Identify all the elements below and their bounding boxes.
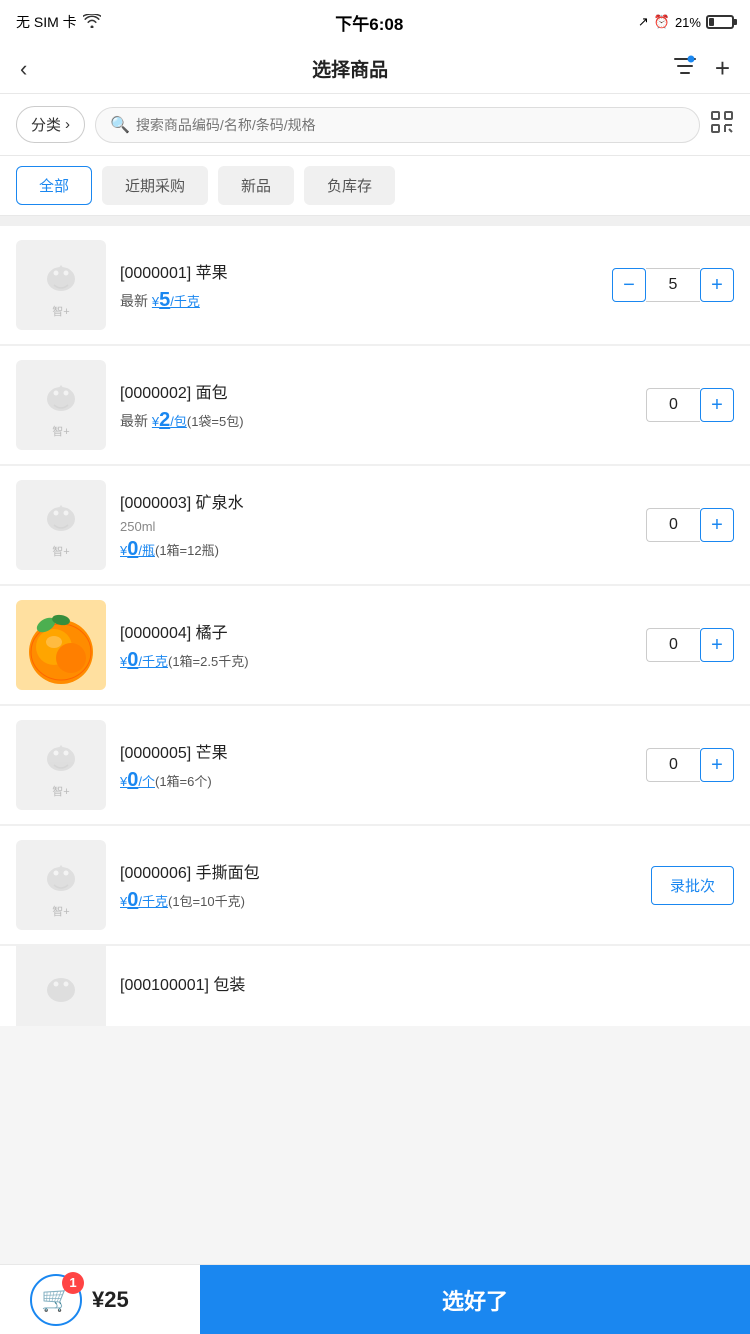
location-icon: ↗ (638, 14, 649, 30)
product-thumbnail: 智+ (16, 240, 106, 330)
product-info: [0000006] 手撕面包 ¥0/千克(1包=10千克) (120, 859, 637, 912)
filter-icon[interactable] (673, 55, 697, 83)
product-info: [0000004] 橘子 ¥0/千克(1箱=2.5千克) (120, 619, 632, 672)
confirm-button[interactable]: 选好了 (200, 1265, 750, 1334)
nav-bar: ‹ 选择商品 + (0, 44, 750, 94)
product-name: [000100001] 包装 (120, 971, 734, 995)
table-row: 智+ [0000002] 面包 最新 ¥2/包(1袋=5包) + (0, 346, 750, 464)
product-price: ¥0/千克(1箱=2.5千克) (120, 649, 632, 672)
product-thumbnail (16, 600, 106, 690)
product-price: 最新 ¥5/千克 (120, 289, 598, 312)
page-title: 选择商品 (312, 55, 388, 82)
quantity-input[interactable] (646, 268, 700, 302)
product-thumbnail: 智+ (16, 480, 106, 570)
category-button[interactable]: 分类 › (16, 106, 85, 143)
quantity-control: − + (612, 268, 734, 302)
tab-negative-stock[interactable]: 负库存 (304, 166, 395, 205)
product-price: ¥0/千克(1包=10千克) (120, 889, 637, 912)
product-price: ¥0/瓶(1箱=12瓶) (120, 538, 632, 561)
quantity-control: + (646, 748, 734, 782)
product-spec: 250ml (120, 519, 632, 534)
quantity-input[interactable] (646, 628, 700, 662)
product-price: 最新 ¥2/包(1袋=5包) (120, 409, 632, 432)
search-input[interactable] (136, 117, 685, 133)
quantity-control: + (646, 508, 734, 542)
quantity-increase-button[interactable]: + (700, 628, 734, 662)
product-price: ¥0/个(1箱=6个) (120, 769, 632, 792)
tab-all[interactable]: 全部 (16, 166, 92, 205)
chevron-right-icon: › (65, 116, 70, 133)
product-thumbnail: 智+ (16, 840, 106, 930)
product-info: [0000001] 苹果 最新 ¥5/千克 (120, 259, 598, 312)
quantity-increase-button[interactable]: + (700, 748, 734, 782)
quantity-input[interactable] (646, 508, 700, 542)
nav-actions: + (673, 53, 730, 84)
quantity-increase-button[interactable]: + (700, 508, 734, 542)
table-row: 智+ [0000003] 矿泉水 250ml ¥0/瓶(1箱=12瓶) + (0, 466, 750, 584)
cart-total: ¥25 (92, 1287, 129, 1313)
scan-icon[interactable] (710, 110, 734, 140)
cart-area: 🛒 1 ¥25 (0, 1274, 200, 1326)
product-info: [0000003] 矿泉水 250ml ¥0/瓶(1箱=12瓶) (120, 489, 632, 561)
bottom-bar: 🛒 1 ¥25 选好了 (0, 1264, 750, 1334)
table-row: 智+ [0000001] 苹果 最新 ¥5/千克 − + (0, 226, 750, 344)
product-name: [0000004] 橘子 (120, 619, 632, 643)
product-name: [0000005] 芒果 (120, 739, 632, 763)
quantity-control: + (646, 388, 734, 422)
category-label: 分类 (31, 114, 61, 135)
table-row: [000100001] 包装 (0, 946, 750, 1026)
tab-recent[interactable]: 近期采购 (102, 166, 208, 205)
product-info: [000100001] 包装 (120, 971, 734, 1001)
back-button[interactable]: ‹ (20, 56, 27, 82)
quantity-increase-button[interactable]: + (700, 268, 734, 302)
product-info: [0000005] 芒果 ¥0/个(1箱=6个) (120, 739, 632, 792)
product-list: 智+ [0000001] 苹果 最新 ¥5/千克 − + (0, 226, 750, 1026)
product-name: [0000001] 苹果 (120, 259, 598, 283)
product-name: [0000006] 手撕面包 (120, 859, 637, 883)
battery-icon (706, 15, 734, 29)
add-icon[interactable]: + (715, 53, 730, 84)
status-right: ↗ ⏰ 21% (638, 14, 734, 30)
quantity-increase-button[interactable]: + (700, 388, 734, 422)
product-thumbnail: 智+ (16, 720, 106, 810)
product-info: [0000002] 面包 最新 ¥2/包(1袋=5包) (120, 379, 632, 432)
search-box: 🔍 (95, 107, 700, 143)
quantity-input[interactable] (646, 748, 700, 782)
batch-button[interactable]: 录批次 (651, 866, 734, 905)
wifi-icon (83, 14, 101, 31)
table-row: 智+ [0000006] 手撕面包 ¥0/千克(1包=10千克) 录批次 (0, 826, 750, 944)
tab-new[interactable]: 新品 (218, 166, 294, 205)
cart-badge: 1 (62, 1272, 84, 1294)
product-thumbnail: 智+ (16, 360, 106, 450)
divider (0, 216, 750, 226)
product-name: [0000003] 矿泉水 (120, 489, 632, 513)
cart-button[interactable]: 🛒 1 (30, 1274, 82, 1326)
tab-bar: 全部 近期采购 新品 负库存 (0, 156, 750, 216)
carrier-label: 无 SIM 卡 (16, 12, 77, 32)
status-bar: 无 SIM 卡 下午6:08 ↗ ⏰ 21% (0, 0, 750, 44)
table-row: [0000004] 橘子 ¥0/千克(1箱=2.5千克) + (0, 586, 750, 704)
filter-bar: 分类 › 🔍 (0, 94, 750, 156)
alarm-icon: ⏰ (654, 14, 670, 30)
product-name: [0000002] 面包 (120, 379, 632, 403)
quantity-input[interactable] (646, 388, 700, 422)
quantity-decrease-button[interactable]: − (612, 268, 646, 302)
battery-percent: 21% (675, 15, 701, 30)
status-left: 无 SIM 卡 (16, 12, 101, 32)
search-icon: 🔍 (110, 115, 130, 135)
quantity-control: + (646, 628, 734, 662)
status-time: 下午6:08 (335, 10, 403, 35)
table-row: 智+ [0000005] 芒果 ¥0/个(1箱=6个) + (0, 706, 750, 824)
product-thumbnail (16, 946, 106, 1026)
